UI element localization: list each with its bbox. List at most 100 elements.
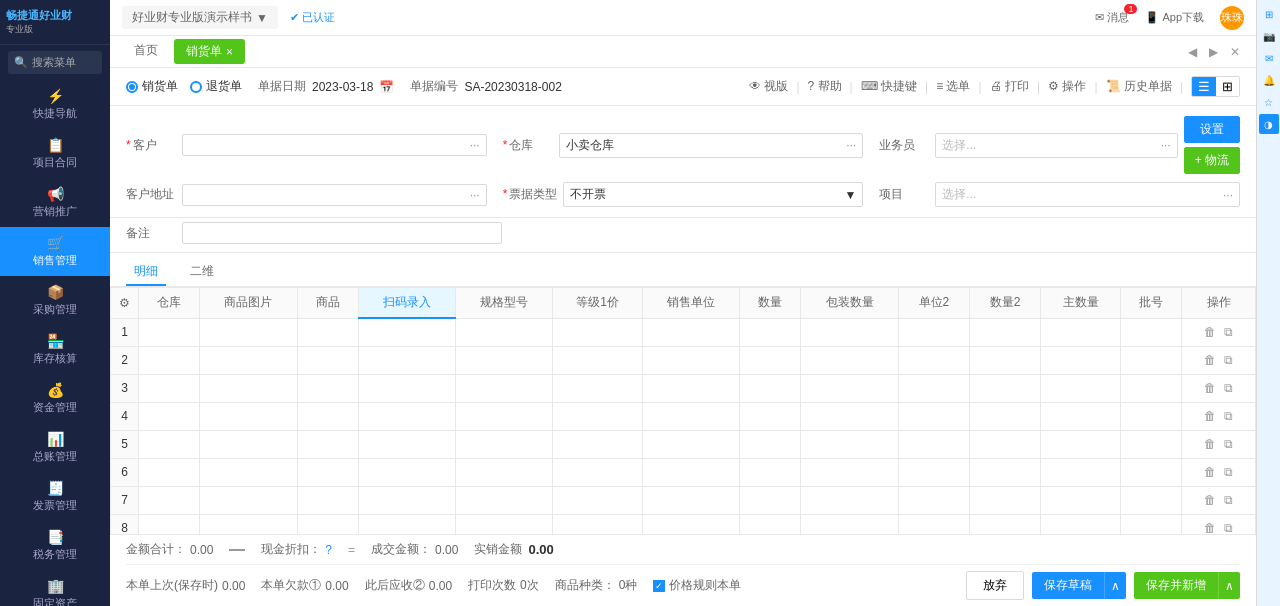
- row-mainqty[interactable]: [1041, 486, 1120, 514]
- search-menu-button[interactable]: 🔍 搜索菜单: [8, 51, 102, 74]
- toolbar-print[interactable]: 🖨 打印: [990, 78, 1029, 95]
- row-price[interactable]: [553, 458, 642, 486]
- delete-icon[interactable]: 🗑: [1204, 493, 1216, 507]
- row-unit[interactable]: [642, 486, 739, 514]
- delete-icon[interactable]: 🗑: [1204, 521, 1216, 534]
- toolbar-view[interactable]: 👁 视版: [749, 78, 788, 95]
- sidebar-item-invoice[interactable]: 🧾 发票管理: [0, 472, 110, 521]
- radio-return[interactable]: 退货单: [190, 78, 242, 95]
- row-warehouse[interactable]: [139, 430, 200, 458]
- row-unit2[interactable]: [898, 486, 969, 514]
- sidebar-item-sales[interactable]: 🛒 销售管理: [0, 227, 110, 276]
- row-packqty[interactable]: [801, 402, 898, 430]
- row-unit[interactable]: [642, 430, 739, 458]
- address-picker-icon[interactable]: ···: [470, 188, 480, 202]
- row-warehouse[interactable]: [139, 318, 200, 346]
- row-scan[interactable]: [358, 346, 455, 374]
- delete-icon[interactable]: 🗑: [1204, 381, 1216, 395]
- row-scan[interactable]: [358, 402, 455, 430]
- staff-input[interactable]: 选择... ···: [935, 133, 1177, 158]
- row-product[interactable]: [297, 318, 358, 346]
- row-qty2[interactable]: [970, 514, 1041, 534]
- remark-input[interactable]: [182, 222, 502, 244]
- row-product[interactable]: [297, 458, 358, 486]
- row-price[interactable]: [553, 514, 642, 534]
- sidebar-item-quick-nav[interactable]: ⚡ 快捷导航: [0, 80, 110, 129]
- tab-close-all-icon[interactable]: ✕: [1226, 43, 1244, 61]
- add-logistics-button[interactable]: + 物流: [1184, 147, 1240, 174]
- row-packqty[interactable]: [801, 430, 898, 458]
- sidebar-item-inventory[interactable]: 🏪 库存核算: [0, 325, 110, 374]
- copy-icon[interactable]: ⧉: [1224, 493, 1233, 507]
- row-product[interactable]: [297, 374, 358, 402]
- row-batch[interactable]: [1120, 374, 1181, 402]
- row-qty2[interactable]: [970, 374, 1041, 402]
- sidebar-item-accounting[interactable]: 📊 总账管理: [0, 423, 110, 472]
- row-packqty[interactable]: [801, 514, 898, 534]
- tab-2d[interactable]: 二维: [182, 259, 222, 286]
- row-mainqty[interactable]: [1041, 346, 1120, 374]
- row-unit2[interactable]: [898, 318, 969, 346]
- row-scan[interactable]: [358, 318, 455, 346]
- right-panel-btn-4[interactable]: 🔔: [1259, 70, 1279, 90]
- invoice-select[interactable]: 不开票 ▼: [563, 182, 863, 207]
- sidebar-item-purchase[interactable]: 📦 采购管理: [0, 276, 110, 325]
- row-spec[interactable]: [456, 346, 553, 374]
- row-image[interactable]: [200, 318, 297, 346]
- row-qty[interactable]: [740, 430, 801, 458]
- toolbar-operation[interactable]: ⚙ 操作: [1048, 78, 1086, 95]
- user-avatar[interactable]: 珠珠: [1220, 6, 1244, 30]
- row-unit2[interactable]: [898, 458, 969, 486]
- project-input[interactable]: 选择... ···: [935, 182, 1240, 207]
- customer-picker-icon[interactable]: ···: [470, 138, 480, 152]
- row-warehouse[interactable]: [139, 346, 200, 374]
- company-selector[interactable]: 好业财专业版演示样书 ▼: [122, 6, 278, 29]
- row-qty[interactable]: [740, 486, 801, 514]
- row-warehouse[interactable]: [139, 374, 200, 402]
- settings-button[interactable]: 设置: [1184, 116, 1240, 143]
- row-unit2[interactable]: [898, 514, 969, 534]
- row-warehouse[interactable]: [139, 486, 200, 514]
- row-product[interactable]: [297, 514, 358, 534]
- row-mainqty[interactable]: [1041, 514, 1120, 534]
- order-no-value[interactable]: SA-20230318-002: [464, 80, 561, 94]
- delete-icon[interactable]: 🗑: [1204, 409, 1216, 423]
- toolbar-history[interactable]: 📜 历史单据: [1106, 78, 1172, 95]
- row-image[interactable]: [200, 346, 297, 374]
- row-warehouse[interactable]: [139, 458, 200, 486]
- sidebar-item-projects[interactable]: 📋 项目合同: [0, 129, 110, 178]
- row-price[interactable]: [553, 402, 642, 430]
- row-batch[interactable]: [1120, 486, 1181, 514]
- row-unit2[interactable]: [898, 402, 969, 430]
- row-image[interactable]: [200, 430, 297, 458]
- row-mainqty[interactable]: [1041, 318, 1120, 346]
- row-qty[interactable]: [740, 458, 801, 486]
- row-qty2[interactable]: [970, 430, 1041, 458]
- row-unit2[interactable]: [898, 374, 969, 402]
- warehouse-picker-icon[interactable]: ···: [846, 138, 856, 152]
- copy-icon[interactable]: ⧉: [1224, 409, 1233, 423]
- copy-icon[interactable]: ⧉: [1224, 381, 1233, 395]
- row-mainqty[interactable]: [1041, 402, 1120, 430]
- row-price[interactable]: [553, 430, 642, 458]
- warehouse-input[interactable]: 小卖仓库 ···: [559, 133, 864, 158]
- right-panel-btn-3[interactable]: ✉: [1259, 48, 1279, 68]
- row-unit[interactable]: [642, 402, 739, 430]
- row-packqty[interactable]: [801, 374, 898, 402]
- row-image[interactable]: [200, 514, 297, 534]
- row-warehouse[interactable]: [139, 402, 200, 430]
- row-qty2[interactable]: [970, 486, 1041, 514]
- right-panel-btn-1[interactable]: ⊞: [1259, 4, 1279, 24]
- tab-detail[interactable]: 明细: [126, 259, 166, 286]
- row-spec[interactable]: [456, 318, 553, 346]
- row-spec[interactable]: [456, 374, 553, 402]
- row-price[interactable]: [553, 346, 642, 374]
- tab-next-icon[interactable]: ▶: [1205, 43, 1222, 61]
- row-batch[interactable]: [1120, 318, 1181, 346]
- messages-button[interactable]: ✉ 消息 1: [1095, 10, 1129, 25]
- calendar-icon[interactable]: 📅: [379, 80, 394, 94]
- sidebar-item-fixed[interactable]: 🏢 固定资产: [0, 570, 110, 606]
- copy-icon[interactable]: ⧉: [1224, 353, 1233, 367]
- row-mainqty[interactable]: [1041, 458, 1120, 486]
- row-qty2[interactable]: [970, 318, 1041, 346]
